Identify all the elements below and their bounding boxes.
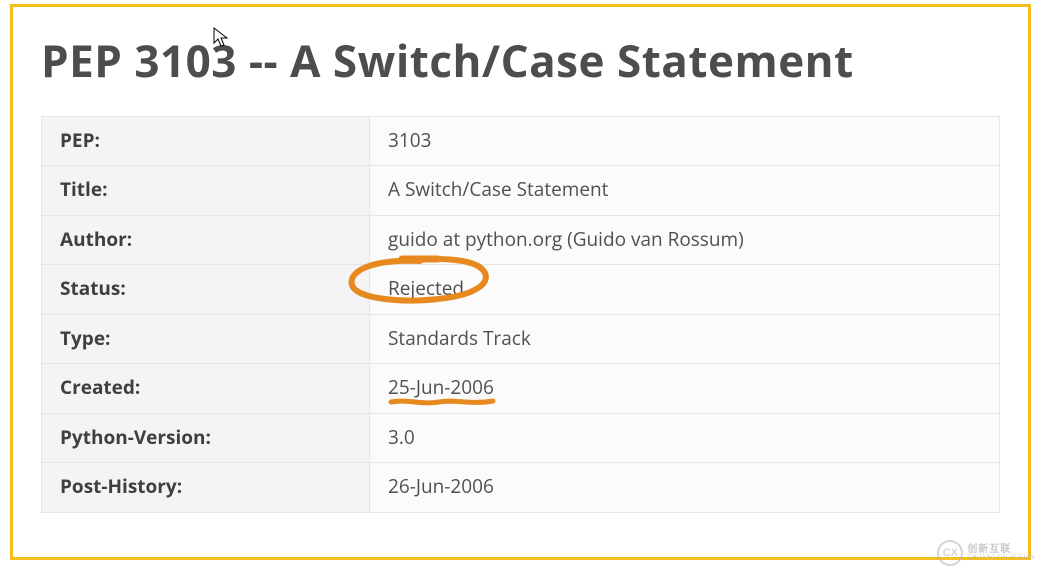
row-label: Title: [42, 166, 370, 216]
watermark-text: 创新互联 CHUANGXIN HULIAN [967, 545, 1035, 561]
row-label: PEP: [42, 116, 370, 166]
row-value: A Switch/Case Statement [370, 166, 1000, 216]
row-value-text: 25-Jun-2006 [388, 374, 494, 400]
row-label: Post-History: [42, 463, 370, 513]
row-label: Python-Version: [42, 413, 370, 463]
watermark: CX 创新互联 CHUANGXIN HULIAN [937, 540, 1035, 566]
table-row: PEP: 3103 [42, 116, 1000, 166]
row-value-text: Standards Track [388, 325, 531, 351]
table-row: Status: Rejected [42, 265, 1000, 315]
row-value-text: Rejected [388, 275, 464, 301]
row-label: Status: [42, 265, 370, 315]
row-value: 26-Jun-2006 [370, 463, 1000, 513]
row-label: Type: [42, 314, 370, 364]
page-title: PEP 3103 -- A Switch/Case Statement [41, 35, 1000, 86]
row-value: Rejected [370, 265, 1000, 315]
row-value: guido at python.org (Guido van Rossum) [370, 215, 1000, 265]
row-value: 25-Jun-2006 [370, 364, 1000, 414]
row-value-text: 3.0 [388, 424, 415, 450]
table-row: Python-Version: 3.0 [42, 413, 1000, 463]
row-value-text: guido at python.org (Guido van Rossum) [388, 226, 744, 252]
row-value: Standards Track [370, 314, 1000, 364]
document-frame: PEP 3103 -- A Switch/Case Statement PEP:… [10, 4, 1031, 560]
row-value-text: 3103 [388, 127, 431, 153]
row-value: 3.0 [370, 413, 1000, 463]
row-value-text: A Switch/Case Statement [388, 176, 608, 202]
pep-info-table: PEP: 3103 Title: A Switch/Case Statement Aut… [41, 116, 1000, 513]
table-row: Title: A Switch/Case Statement [42, 166, 1000, 216]
watermark-logo-icon: CX [937, 540, 963, 566]
row-value-text: 26-Jun-2006 [388, 473, 494, 499]
row-value: 3103 [370, 116, 1000, 166]
row-label: Author: [42, 215, 370, 265]
table-row: Post-History: 26-Jun-2006 [42, 463, 1000, 513]
table-row: Author: guido at python.org (Guido van Ro… [42, 215, 1000, 265]
page-title-text: PEP 3103 -- A Switch/Case Statement [41, 30, 854, 90]
table-row: Created: 25-Jun-2006 [42, 364, 1000, 414]
table-row: Type: Standards Track [42, 314, 1000, 364]
row-label: Created: [42, 364, 370, 414]
